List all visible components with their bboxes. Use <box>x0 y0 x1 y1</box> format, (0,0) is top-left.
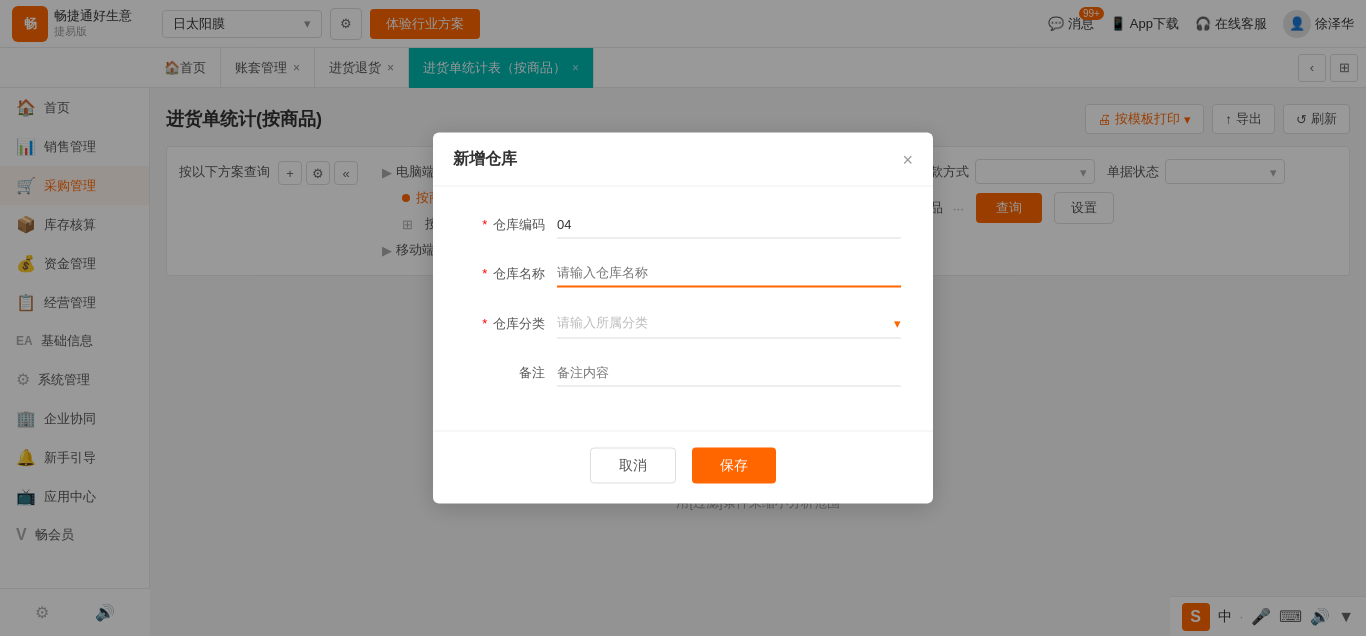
category-select[interactable]: 请输入所属分类 ▾ <box>557 308 901 339</box>
note-label-text: 备注 <box>519 365 545 380</box>
form-row-note: 备注 <box>465 359 901 387</box>
category-label: * 仓库分类 <box>465 314 545 332</box>
form-row-code: * 仓库编码 <box>465 211 901 239</box>
code-label-text: 仓库编码 <box>493 217 545 232</box>
category-placeholder: 请输入所属分类 <box>557 314 648 332</box>
save-button[interactable]: 保存 <box>692 448 776 484</box>
note-input[interactable] <box>557 359 901 387</box>
modal-body: * 仓库编码 * 仓库名称 * 仓库分类 请输入所属分类 ▾ <box>433 187 933 431</box>
modal-header: 新增仓库 × <box>433 133 933 187</box>
name-label: * 仓库名称 <box>465 264 545 282</box>
add-warehouse-modal: 新增仓库 × * 仓库编码 * 仓库名称 * 仓库分类 请输入 <box>433 133 933 504</box>
name-label-text: 仓库名称 <box>493 265 545 280</box>
form-row-category: * 仓库分类 请输入所属分类 ▾ <box>465 308 901 339</box>
cancel-button[interactable]: 取消 <box>590 448 676 484</box>
category-label-text: 仓库分类 <box>493 315 545 330</box>
code-label: * 仓库编码 <box>465 216 545 234</box>
modal-footer: 取消 保存 <box>433 431 933 504</box>
category-dropdown-arrow: ▾ <box>894 315 901 330</box>
required-star-code: * <box>482 217 487 232</box>
name-input[interactable] <box>557 259 901 288</box>
required-star-name: * <box>482 265 487 280</box>
required-star-category: * <box>482 315 487 330</box>
form-row-name: * 仓库名称 <box>465 259 901 288</box>
code-input[interactable] <box>557 211 901 239</box>
note-label: 备注 <box>465 364 545 382</box>
modal-close-button[interactable]: × <box>902 150 913 168</box>
modal-title: 新增仓库 <box>453 149 517 170</box>
